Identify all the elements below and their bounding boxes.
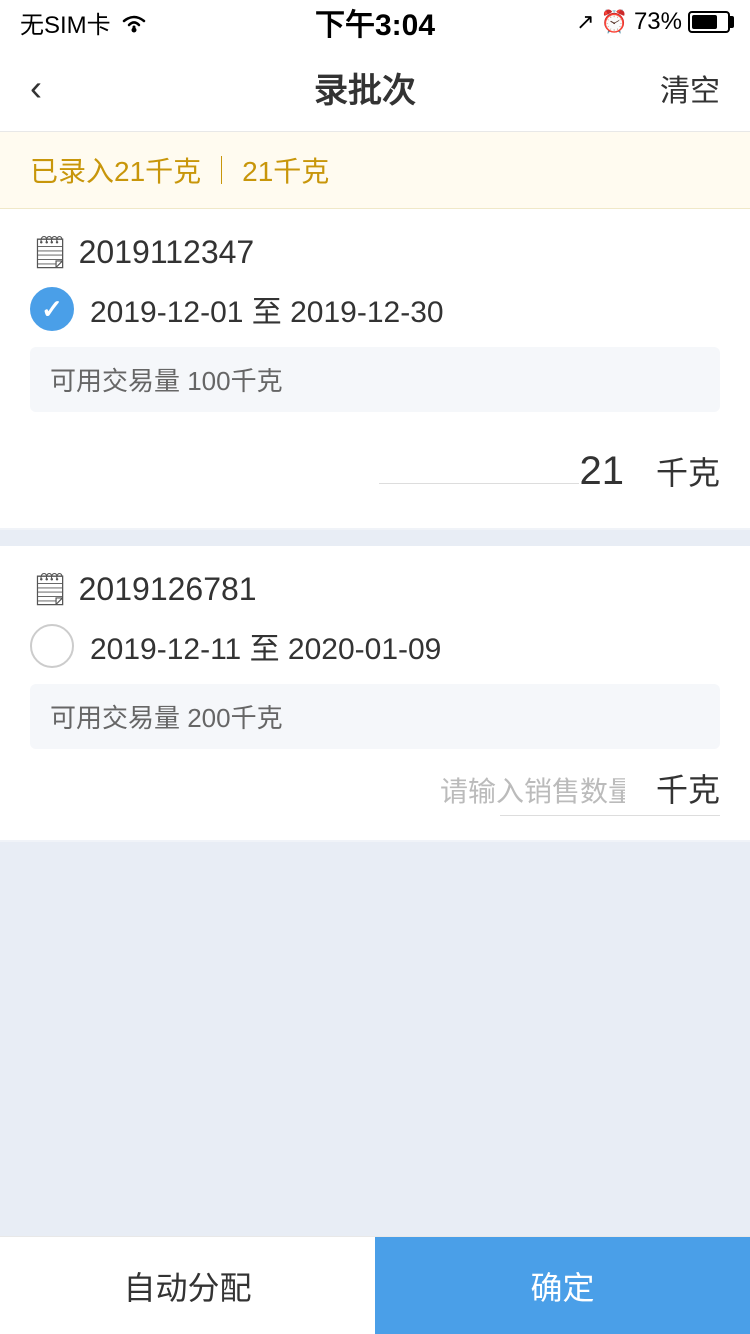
nav-bar: ‹ 录批次 清空: [0, 44, 750, 132]
status-time: 下午3:04: [315, 0, 435, 44]
batch-avail-2: 可用交易量 200千克: [30, 684, 720, 749]
batch-input-divider-1: [379, 483, 579, 484]
status-carrier: 无SIM卡: [20, 5, 149, 40]
batch-input-area-2: 千克: [30, 765, 720, 816]
battery-percent: 73%: [634, 8, 682, 36]
wifi-icon: [119, 11, 149, 33]
batch-quantity-row-1: 21 千克: [30, 428, 720, 504]
bottom-bar: 自动分配 确定: [0, 1236, 750, 1334]
page-title: 录批次: [314, 63, 416, 112]
alarm-icon: ⏰: [601, 9, 628, 35]
batch-header-2: 🗒 2019126781: [30, 570, 720, 608]
quantity-unit-2: 千克: [656, 765, 720, 811]
status-bar: 无SIM卡 下午3:04 ↗ ⏰ 73%: [0, 0, 750, 44]
batch-id-1: 2019112347: [79, 234, 255, 271]
input-underline-2: [500, 815, 720, 816]
batch-card-2: 🗒 2019126781 2019-12-11 至 2020-01-09 可用交…: [0, 546, 750, 840]
clear-button[interactable]: 清空: [640, 66, 720, 110]
back-button[interactable]: ‹: [30, 67, 90, 109]
recorded-summary: 已录入21千克: [30, 150, 201, 190]
batch-checkbox-1[interactable]: [30, 287, 74, 331]
battery-icon: [688, 11, 730, 33]
batch-row-2: 2019-12-11 至 2020-01-09: [30, 624, 720, 668]
summary-bar: 已录入21千克 21千克: [0, 132, 750, 209]
section-separator-2: [0, 842, 750, 1242]
batch-quantity-unit-1: 千克: [656, 448, 720, 494]
carrier-text: 无SIM卡: [20, 5, 111, 40]
quantity-input-2[interactable]: [440, 772, 640, 809]
confirm-button[interactable]: 确定: [375, 1237, 750, 1334]
batch-quantity-value-1: 21: [579, 449, 624, 494]
section-separator-1: [0, 530, 750, 546]
batch-row-1: 2019-12-01 至 2019-12-30: [30, 287, 720, 331]
batch-checkbox-2[interactable]: [30, 624, 74, 668]
doc-icon-1: 🗒: [30, 233, 71, 271]
summary-divider: [221, 156, 222, 184]
auto-distribute-button[interactable]: 自动分配: [0, 1237, 375, 1334]
batch-id-2: 2019126781: [79, 571, 257, 608]
batch-avail-1: 可用交易量 100千克: [30, 347, 720, 412]
batch-date-2: 2019-12-11 至 2020-01-09: [90, 624, 441, 668]
batch-header-1: 🗒 2019112347: [30, 233, 720, 271]
total-summary: 21千克: [242, 150, 329, 190]
batch-card-1: 🗒 2019112347 2019-12-01 至 2019-12-30 可用交…: [0, 209, 750, 528]
batch-date-1: 2019-12-01 至 2019-12-30: [90, 287, 444, 331]
status-indicators: ↗ ⏰ 73%: [576, 8, 730, 36]
location-icon: ↗: [576, 9, 594, 35]
doc-icon-2: 🗒: [30, 570, 71, 608]
